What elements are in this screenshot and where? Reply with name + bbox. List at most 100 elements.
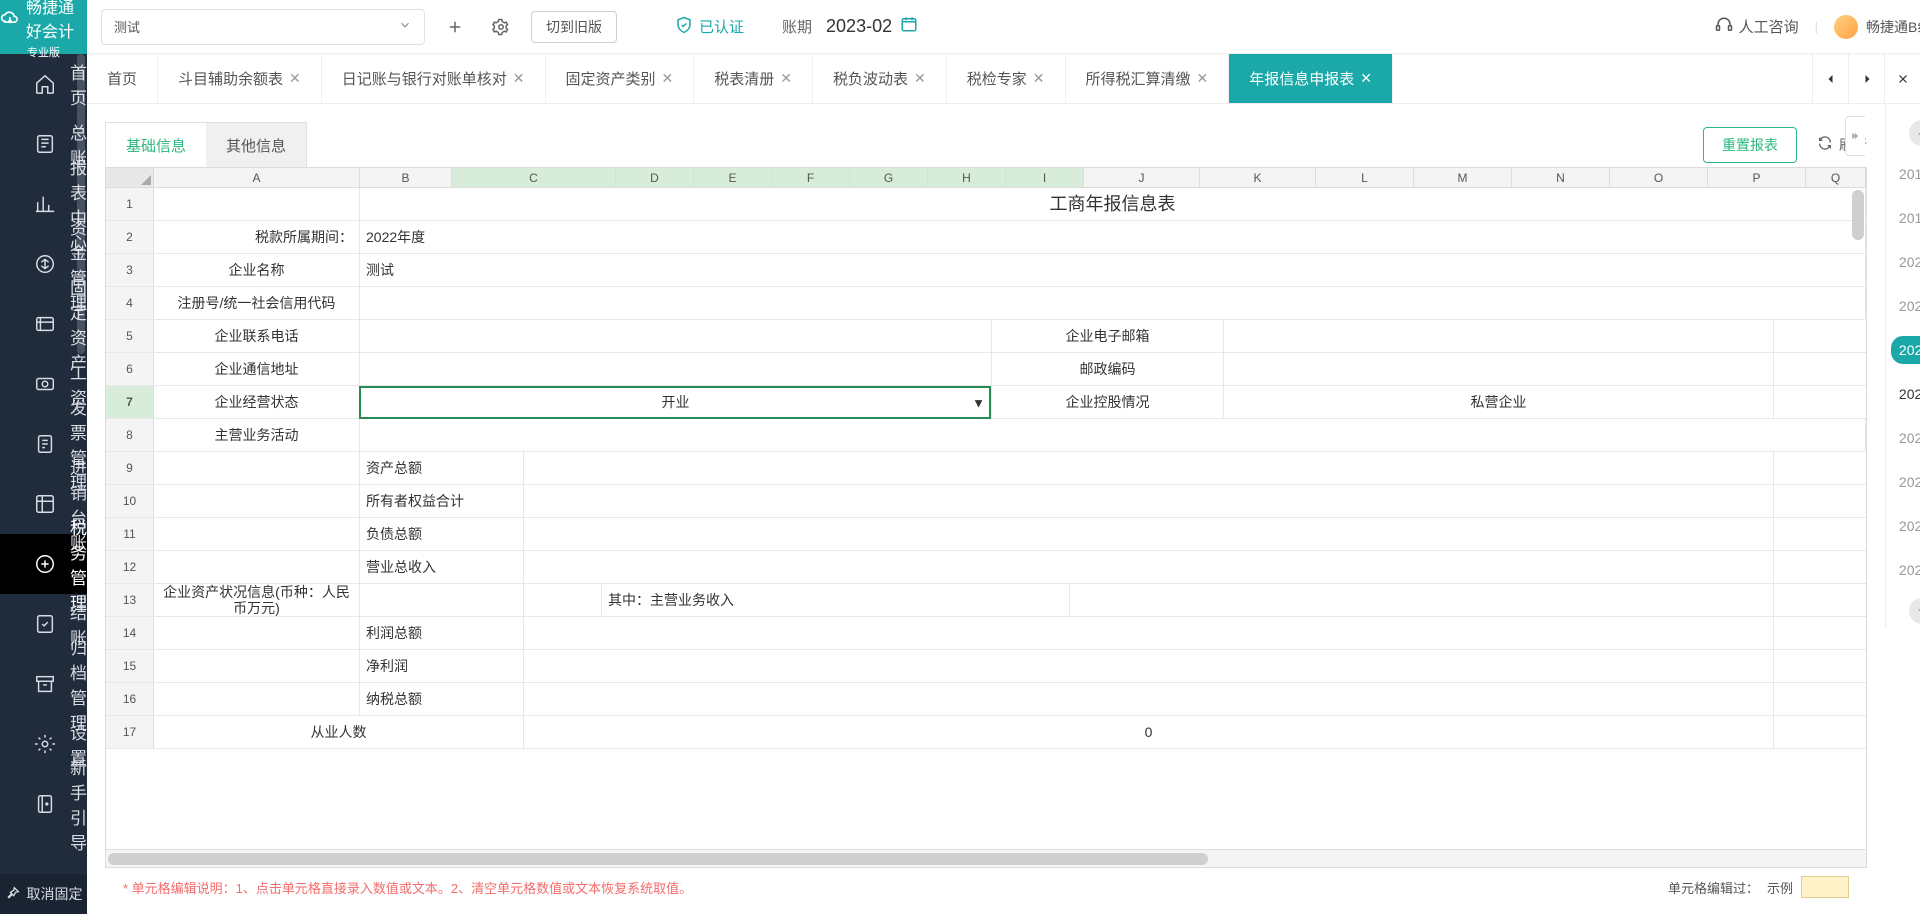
row-header[interactable]: 8 xyxy=(106,419,154,451)
label[interactable]: 企业控股情况 xyxy=(992,386,1224,418)
value[interactable] xyxy=(360,287,1866,319)
sidebar-item-guide[interactable]: 新手引导 xyxy=(0,774,87,834)
col-header-C[interactable]: C xyxy=(452,168,616,187)
year-2023年[interactable]: 2023年 xyxy=(1886,372,1920,416)
dropdown-icon[interactable]: ▼ xyxy=(972,395,985,410)
row-header[interactable]: 3 xyxy=(106,254,154,286)
col-header-H[interactable]: H xyxy=(928,168,1006,187)
sidebar-item-archive[interactable]: 归档管理 xyxy=(0,654,87,714)
label[interactable]: 邮政编码 xyxy=(992,353,1224,385)
tab-scroll-left[interactable] xyxy=(1813,54,1849,104)
value[interactable] xyxy=(1224,353,1774,385)
consult-button[interactable]: 人工咨询 xyxy=(1715,16,1799,38)
subtab-basic[interactable]: 基础信息 xyxy=(106,123,206,167)
col-header-Q[interactable]: Q xyxy=(1806,168,1866,187)
label[interactable]: 从业人数 xyxy=(154,716,524,748)
col-header-L[interactable]: L xyxy=(1316,168,1414,187)
user-menu[interactable]: 畅捷通B组... xyxy=(1834,15,1920,39)
row-header[interactable]: 9 xyxy=(106,452,154,484)
unpin-button[interactable]: 取消固定 xyxy=(0,874,87,914)
year-2021年[interactable]: 2021年 xyxy=(1886,284,1920,328)
label[interactable]: 营业总收入 xyxy=(360,551,524,583)
tab-close-icon[interactable]: ✕ xyxy=(914,70,926,87)
tab[interactable]: 日记账与银行对账单核对 ✕ xyxy=(322,54,546,103)
value[interactable] xyxy=(1224,320,1774,352)
value[interactable] xyxy=(524,617,1774,649)
year-rail-collapse[interactable] xyxy=(1845,116,1865,156)
year-2025年[interactable]: 2025年 xyxy=(1886,460,1920,504)
row-header[interactable]: 14 xyxy=(106,617,154,649)
col-header-P[interactable]: P xyxy=(1708,168,1806,187)
col-header-J[interactable]: J xyxy=(1084,168,1200,187)
year-2027年[interactable]: 2027年 xyxy=(1886,548,1920,592)
year-2019年[interactable]: 2019年 xyxy=(1886,196,1920,240)
row-header[interactable]: 15 xyxy=(106,650,154,682)
col-header-A[interactable]: A xyxy=(154,168,360,187)
label[interactable]: 纳税总额 xyxy=(360,683,524,715)
col-header-I[interactable]: I xyxy=(1006,168,1084,187)
tab-close-icon[interactable]: ✕ xyxy=(513,70,525,87)
row-header[interactable]: 2 xyxy=(106,221,154,253)
value[interactable] xyxy=(524,452,1774,484)
label[interactable]: 企业名称 xyxy=(154,254,360,286)
company-selector[interactable]: 测试 xyxy=(101,9,425,45)
tab[interactable]: 所得税汇算清缴 ✕ xyxy=(1066,54,1230,103)
row-header[interactable]: 7 xyxy=(106,386,154,418)
value[interactable] xyxy=(360,320,992,352)
tab-close-icon[interactable]: ✕ xyxy=(780,70,792,87)
tab[interactable]: 税检专家 ✕ xyxy=(947,54,1066,103)
col-header-O[interactable]: O xyxy=(1610,168,1708,187)
value[interactable] xyxy=(1070,584,1774,616)
value[interactable] xyxy=(524,518,1774,550)
tab-close-icon[interactable]: ✕ xyxy=(289,70,301,87)
tab[interactable]: 税负波动表 ✕ xyxy=(813,54,947,103)
value[interactable] xyxy=(524,551,1774,583)
row-header[interactable]: 4 xyxy=(106,287,154,319)
reset-report-button[interactable]: 重置报表 xyxy=(1703,127,1797,163)
tab[interactable]: 税表清册 ✕ xyxy=(694,54,813,103)
year-2020年[interactable]: 2020年 xyxy=(1886,240,1920,284)
year-2022年[interactable]: 2022年 xyxy=(1886,328,1920,372)
label[interactable]: 企业联系电话 xyxy=(154,320,360,352)
label[interactable]: 资产总额 xyxy=(360,452,524,484)
year-2026年[interactable]: 2026年 xyxy=(1886,504,1920,548)
sidebar-item-asset[interactable]: 固定资产 xyxy=(0,294,87,354)
add-button[interactable] xyxy=(439,11,471,43)
value[interactable] xyxy=(524,650,1774,682)
label[interactable]: 其中：主营业务收入 xyxy=(602,584,1070,616)
row-header[interactable]: 12 xyxy=(106,551,154,583)
sidebar-item-home[interactable]: 首页 xyxy=(0,54,87,114)
cell[interactable] xyxy=(360,584,524,616)
sidebar-item-tax[interactable]: 税务管理 xyxy=(0,534,87,594)
col-header-K[interactable]: K xyxy=(1200,168,1316,187)
col-header-E[interactable]: E xyxy=(694,168,772,187)
tab[interactable]: 年报信息申报表 ✕ xyxy=(1229,54,1393,103)
col-header-F[interactable]: F xyxy=(772,168,850,187)
year-up[interactable] xyxy=(1909,120,1920,146)
label[interactable]: 企业通信地址 xyxy=(154,353,360,385)
year-2024年[interactable]: 2024年 xyxy=(1886,416,1920,460)
row-header[interactable]: 10 xyxy=(106,485,154,517)
subtab-other[interactable]: 其他信息 xyxy=(206,123,306,167)
spreadsheet[interactable]: ABCDEFGHIJKLMNOPQ 1工商年报信息表2税款所属期间：2022年度… xyxy=(105,167,1867,868)
row-header[interactable]: 5 xyxy=(106,320,154,352)
value[interactable]: 测试 xyxy=(360,254,1866,286)
value[interactable] xyxy=(360,353,992,385)
cell[interactable] xyxy=(524,584,602,616)
value[interactable] xyxy=(524,683,1774,715)
label[interactable]: 税款所属期间： xyxy=(154,221,360,253)
cell[interactable] xyxy=(154,188,360,220)
row-header[interactable]: 11 xyxy=(106,518,154,550)
col-header-G[interactable]: G xyxy=(850,168,928,187)
tab[interactable]: 首页 xyxy=(87,54,158,103)
row-header[interactable]: 13 xyxy=(106,584,154,616)
tab-close-all[interactable] xyxy=(1885,54,1920,104)
label[interactable]: 利润总额 xyxy=(360,617,524,649)
label[interactable]: 企业经营状态 xyxy=(154,386,360,418)
tab-close-icon[interactable]: ✕ xyxy=(1360,70,1372,87)
year-down[interactable] xyxy=(1909,598,1920,624)
holding-value[interactable]: 私营企业 xyxy=(1224,386,1774,418)
row-header[interactable]: 17 xyxy=(106,716,154,748)
period-value[interactable]: 2023-02 xyxy=(826,15,918,38)
value[interactable]: 0 xyxy=(524,716,1774,748)
